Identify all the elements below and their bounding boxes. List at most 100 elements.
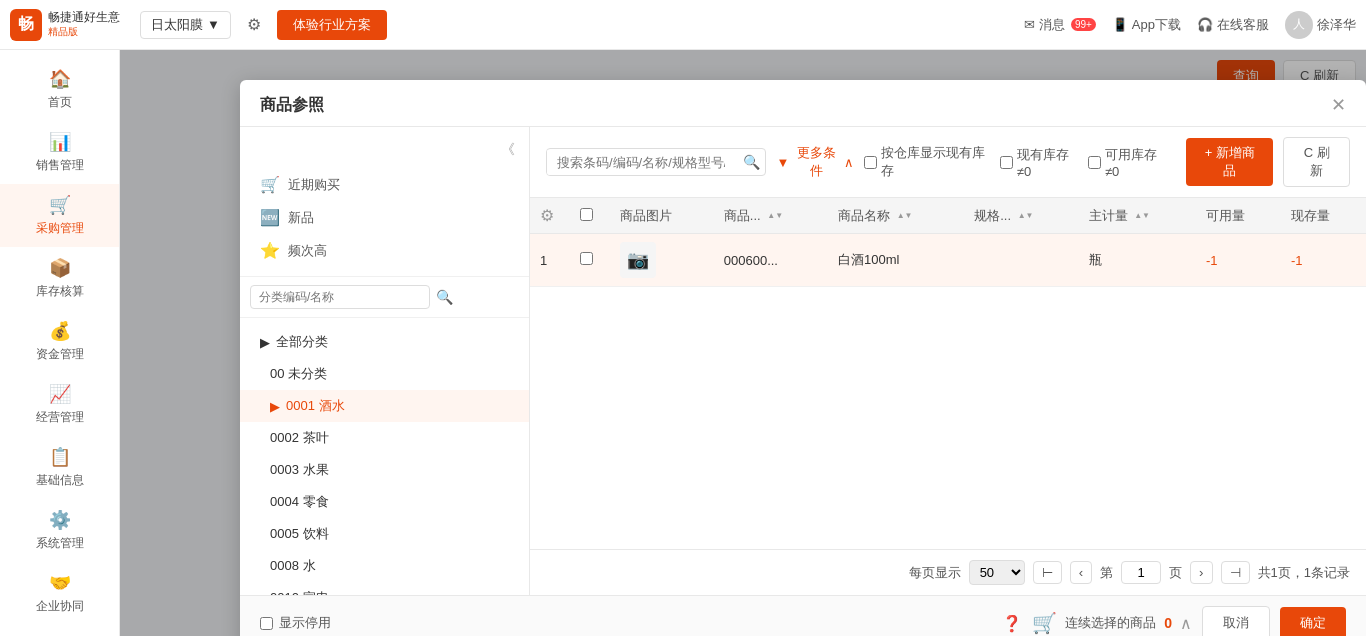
col-unit[interactable]: 主计量 ▲▼ [1079,198,1196,234]
add-product-button[interactable]: + 新增商品 [1186,138,1273,186]
sidebar-item-sales[interactable]: 📊 销售管理 [0,121,119,184]
col-spec[interactable]: 规格... ▲▼ [964,198,1078,234]
search-icon[interactable]: 🔍 [436,289,453,305]
sidebar-item-basic-info[interactable]: 📋 基础信息 [0,436,119,499]
per-page-label: 每页显示 [909,564,961,582]
cat-water[interactable]: 0008 水 [240,550,529,582]
sidebar-item-home[interactable]: 🏠 首页 [0,58,119,121]
check-current-stock-input[interactable] [1000,156,1013,169]
cat-appliance[interactable]: 0010 家电 [240,582,529,595]
cat-water-label: 0008 水 [270,557,316,575]
quick-item-new[interactable]: 🆕 新品 [250,202,519,233]
cell-code: 000600... [714,234,828,287]
col-code[interactable]: 商品... ▲▼ [714,198,828,234]
table-settings-icon[interactable]: ⚙ [540,207,554,224]
select-all-checkbox[interactable] [580,208,593,221]
cat-fruit[interactable]: 0003 水果 [240,454,529,486]
sidebar-item-guide[interactable]: 🔰 新手引导 [0,625,119,636]
check-warehouse-stock-label: 按仓库显示现有库存 [881,144,990,180]
check-available-stock[interactable]: 可用库存≠0 [1088,146,1166,179]
filter-button[interactable]: ▼ 更多条件 ∧ [776,144,854,180]
cat-uncategorized[interactable]: 00 未分类 [240,358,529,390]
sidebar-item-finance[interactable]: 💰 资金管理 [0,310,119,373]
confirm-button[interactable]: 确定 [1280,607,1346,636]
row-checkbox[interactable] [580,252,593,265]
check-warehouse-stock[interactable]: 按仓库显示现有库存 [864,144,990,180]
cart-count: 0 [1164,615,1172,631]
per-page-select[interactable]: 50 20 100 [969,560,1025,585]
cat-drink[interactable]: 0005 饮料 [240,518,529,550]
online-service-item[interactable]: 🎧 在线客服 [1197,16,1269,34]
product-search-input[interactable] [547,150,735,175]
cat-all-label: 全部分类 [276,333,328,351]
show-disabled-checkbox[interactable] [260,617,273,630]
message-item[interactable]: ✉ 消息 99+ [1024,16,1096,34]
logo-sub: 精品版 [48,25,120,39]
cancel-button[interactable]: 取消 [1202,606,1270,636]
sidebar-item-collab[interactable]: 🤝 企业协同 [0,562,119,625]
cat-alcohol[interactable]: ▶ 0001 酒水 [240,390,529,422]
help-icon[interactable]: ❓ [1002,614,1022,633]
sidebar-item-operations[interactable]: 📈 经营管理 [0,373,119,436]
last-page-btn[interactable]: ⊣ [1221,561,1250,584]
sort-icon-spec: ▲▼ [1018,212,1034,220]
sidebar-item-purchase[interactable]: 🛒 采购管理 [0,184,119,247]
sort-icon-name: ▲▼ [897,212,913,220]
product-stock: -1 [1291,253,1303,268]
first-page-btn[interactable]: ⊢ [1033,561,1062,584]
check-current-stock[interactable]: 现有库存≠0 [1000,146,1078,179]
cat-alcohol-label: 0001 酒水 [286,397,345,415]
check-warehouse-stock-input[interactable] [864,156,877,169]
col-img: 商品图片 [610,198,714,234]
table-row[interactable]: 1 📷 000600... [530,234,1366,287]
prev-page-btn[interactable]: ‹ [1070,561,1092,584]
next-page-btn[interactable]: › [1190,561,1212,584]
check-available-stock-label: 可用库存≠0 [1105,146,1166,179]
experience-button[interactable]: 体验行业方案 [277,10,387,40]
cat-snack[interactable]: 0004 零食 [240,486,529,518]
sidebar-item-inventory[interactable]: 📦 库存核算 [0,247,119,310]
message-label: 消息 [1039,16,1065,34]
sidebar-collapse-btn[interactable]: 《 [497,137,519,163]
page-input[interactable] [1121,561,1161,584]
col-name-label: 商品名称 [838,208,890,223]
collapse-icon[interactable]: ∧ [1180,614,1192,633]
category-search-input[interactable] [250,285,430,309]
col-spec-label: 规格... [974,208,1011,223]
close-icon[interactable]: ✕ [1331,94,1346,116]
expand-all-icon: ▶ [260,335,270,350]
product-search-btn[interactable]: 🔍 [735,149,766,175]
logo: 畅 畅捷通好生意 精品版 [10,9,130,41]
gear-icon[interactable]: ⚙ [239,10,269,40]
expand-alcohol-icon: ▶ [270,399,280,414]
col-code-label: 商品... [724,208,761,223]
cell-num: 1 [530,234,570,287]
username-label: 徐泽华 [1317,16,1356,34]
sidebar-item-system[interactable]: ⚙️ 系统管理 [0,499,119,562]
col-available[interactable]: 可用量 [1196,198,1281,234]
cart-icon[interactable]: 🛒 [1032,611,1057,635]
col-name[interactable]: 商品名称 ▲▼ [828,198,964,234]
user-item[interactable]: 人 徐泽华 [1285,11,1356,39]
sort-icon-unit: ▲▼ [1134,212,1150,220]
quick-item-frequent[interactable]: ⭐ 频次高 [250,235,519,266]
nav-dropdown[interactable]: 日太阳膜 ▼ [140,11,231,39]
quick-item-new-label: 新品 [288,209,314,227]
total-info: 共1页，1条记录 [1258,564,1350,582]
modal-sidebar: 《 🛒 近期购买 🆕 新品 ⭐ [240,127,530,595]
refresh-button[interactable]: C 刷新 [1283,137,1350,187]
sidebar-label-home: 首页 [48,94,72,111]
recent-icon: 🛒 [260,175,280,194]
check-available-stock-input[interactable] [1088,156,1101,169]
cat-all[interactable]: ▶ 全部分类 [240,326,529,358]
col-stock[interactable]: 现存量 [1281,198,1366,234]
filter-icon: ▼ [776,155,789,170]
cell-checkbox[interactable] [570,234,610,287]
product-table-body: 1 📷 000600... [530,234,1366,287]
quick-item-recent[interactable]: 🛒 近期购买 [250,169,519,200]
app-download-label: App下载 [1132,16,1181,34]
modal-overlay: 商品参照 ✕ 《 🛒 近期购买 [120,50,1366,636]
app-download-item[interactable]: 📱 App下载 [1112,16,1181,34]
show-disabled-label[interactable]: 显示停用 [260,614,331,632]
cat-tea[interactable]: 0002 茶叶 [240,422,529,454]
